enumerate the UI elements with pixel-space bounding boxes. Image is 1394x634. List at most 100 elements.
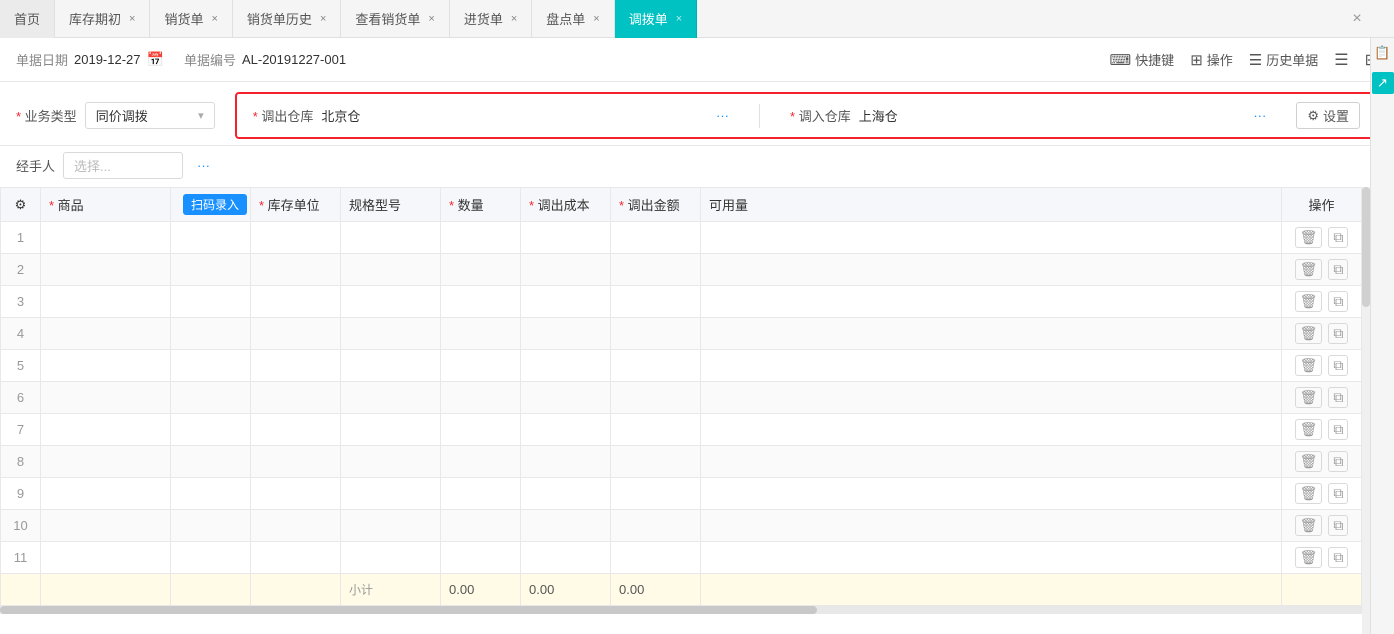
- out-warehouse-more[interactable]: ···: [716, 108, 729, 123]
- in-warehouse-more[interactable]: ···: [1253, 108, 1266, 123]
- col-gear-header[interactable]: ⚙: [1, 188, 41, 222]
- main-content: 单据日期 2019-12-27 📅 单据编号 AL-20191227-001 ⌨…: [0, 38, 1394, 634]
- operator-more[interactable]: ···: [197, 158, 210, 173]
- col-amount-header: 调出金额: [611, 188, 701, 222]
- row-action-5: 🗑 ⧉: [1282, 350, 1362, 382]
- row-product-1[interactable]: [41, 222, 171, 254]
- sidebar-doc-icon[interactable]: 📋: [1372, 42, 1394, 64]
- operation-btn[interactable]: ⊞ 操作: [1190, 50, 1233, 69]
- warehouse-setting-btn[interactable]: ⚙ 设置: [1296, 102, 1360, 129]
- tab-inventory-init[interactable]: 库存期初 ×: [55, 0, 150, 38]
- tab-purchase[interactable]: 进货单 ×: [450, 0, 532, 38]
- docno-value: AL-20191227-001: [242, 52, 346, 67]
- operator-field: 经手人 选择... ···: [16, 152, 210, 179]
- biz-type-label: 业务类型: [16, 106, 77, 125]
- delete-icon-6[interactable]: 🗑: [1295, 387, 1323, 408]
- delete-icon-4[interactable]: 🗑: [1295, 323, 1323, 344]
- gear-icon: ⚙: [1307, 108, 1319, 124]
- delete-icon-11[interactable]: 🗑: [1295, 547, 1323, 568]
- row-num-1: 1: [1, 222, 41, 254]
- copy-icon-9[interactable]: ⧉: [1328, 483, 1348, 504]
- date-value: 2019-12-27: [74, 52, 141, 67]
- copy-icon-3[interactable]: ⧉: [1328, 291, 1348, 312]
- horizontal-scrollbar[interactable]: [0, 606, 1362, 614]
- copy-icon-4[interactable]: ⧉: [1328, 323, 1348, 344]
- row-avail-2: [701, 254, 1282, 286]
- row-num-9: 9: [1, 478, 41, 510]
- tab-close-stocktake[interactable]: ×: [593, 13, 599, 25]
- copy-icon-10[interactable]: ⧉: [1328, 515, 1348, 536]
- vertical-scrollbar[interactable]: [1362, 187, 1370, 634]
- row-num-2: 2: [1, 254, 41, 286]
- tab-home[interactable]: 首页: [0, 0, 55, 38]
- row-action-9: 🗑 ⧉: [1282, 478, 1362, 510]
- layout1-btn[interactable]: ☰: [1334, 50, 1348, 70]
- calendar-icon[interactable]: 📅: [147, 51, 164, 68]
- copy-icon-6[interactable]: ⧉: [1328, 387, 1348, 408]
- tab-sales-order[interactable]: 销货单 ×: [150, 0, 232, 38]
- sidebar-export-icon[interactable]: ↗: [1372, 72, 1394, 94]
- delete-icon-2[interactable]: 🗑: [1295, 259, 1323, 280]
- delete-icon-5[interactable]: 🗑: [1295, 355, 1323, 376]
- row-action-2: 🗑 ⧉: [1282, 254, 1362, 286]
- docno-field: 单据编号 AL-20191227-001: [184, 50, 346, 69]
- biz-type-select[interactable]: 同价调拨 ▾: [85, 102, 215, 129]
- table-row: 7 🗑 ⧉: [1, 414, 1362, 446]
- row-product-2[interactable]: [41, 254, 171, 286]
- subtotal-quantity: 0.00: [441, 574, 521, 606]
- copy-icon-8[interactable]: ⧉: [1328, 451, 1348, 472]
- row-spec-1[interactable]: [341, 222, 441, 254]
- copy-icon-1[interactable]: ⧉: [1328, 227, 1348, 248]
- delete-icon-3[interactable]: 🗑: [1295, 291, 1323, 312]
- delete-icon-1[interactable]: 🗑: [1295, 227, 1323, 248]
- subtotal-row: 小计 0.00 0.00 0.00: [1, 574, 1362, 606]
- tab-close-sales-order[interactable]: ×: [211, 13, 217, 25]
- tab-close-purchase[interactable]: ×: [511, 13, 517, 25]
- tab-sales-history[interactable]: 销货单历史 ×: [233, 0, 341, 38]
- row-cost-1[interactable]: [521, 222, 611, 254]
- operator-select[interactable]: 选择...: [63, 152, 183, 179]
- delete-icon-7[interactable]: 🗑: [1295, 419, 1323, 440]
- row-action-7: 🗑 ⧉: [1282, 414, 1362, 446]
- row-qty-1[interactable]: [441, 222, 521, 254]
- row-spec-2[interactable]: [341, 254, 441, 286]
- tab-transfer[interactable]: 调拨单 ×: [615, 0, 697, 38]
- delete-icon-9[interactable]: 🗑: [1295, 483, 1323, 504]
- scan-btn[interactable]: 扫码录入: [183, 194, 247, 215]
- row-unit-2[interactable]: [251, 254, 341, 286]
- scroll-thumb: [1362, 187, 1370, 307]
- in-warehouse-value: 上海仓: [859, 106, 898, 125]
- tab-stocktake[interactable]: 盘点单 ×: [532, 0, 614, 38]
- subtotal-cost: 0.00: [521, 574, 611, 606]
- delete-icon-8[interactable]: 🗑: [1295, 451, 1323, 472]
- copy-icon-11[interactable]: ⧉: [1328, 547, 1348, 568]
- tab-close-view-sales[interactable]: ×: [428, 13, 434, 25]
- row-unit-1[interactable]: [251, 222, 341, 254]
- table-row: 6 🗑 ⧉: [1, 382, 1362, 414]
- row-cost-2[interactable]: [521, 254, 611, 286]
- delete-icon-10[interactable]: 🗑: [1295, 515, 1323, 536]
- copy-icon-5[interactable]: ⧉: [1328, 355, 1348, 376]
- history-btn[interactable]: ☰ 历史单据: [1249, 50, 1318, 69]
- window-close-button[interactable]: ×: [1346, 8, 1368, 30]
- row-qty-2[interactable]: [441, 254, 521, 286]
- tab-close-transfer[interactable]: ×: [676, 13, 682, 25]
- tab-view-sales[interactable]: 查看销货单 ×: [341, 0, 449, 38]
- date-label: 单据日期: [16, 50, 68, 69]
- copy-icon-2[interactable]: ⧉: [1328, 259, 1348, 280]
- layout1-icon: ☰: [1334, 50, 1348, 70]
- table-row: 11 🗑 ⧉: [1, 542, 1362, 574]
- tab-close-sales-history[interactable]: ×: [320, 13, 326, 25]
- table-row: 2 🗑 ⧉: [1, 254, 1362, 286]
- table-row: 3 🗑 ⧉: [1, 286, 1362, 318]
- row-amount-1[interactable]: [611, 222, 701, 254]
- row-product-3[interactable]: [41, 286, 171, 318]
- row-action-6: 🗑 ⧉: [1282, 382, 1362, 414]
- warehouse-divider: [759, 104, 760, 128]
- shortcut-btn[interactable]: ⌨ 快捷键: [1110, 50, 1175, 69]
- row-num-8: 8: [1, 446, 41, 478]
- copy-icon-7[interactable]: ⧉: [1328, 419, 1348, 440]
- tab-close-inventory-init[interactable]: ×: [129, 13, 135, 25]
- row-amount-2[interactable]: [611, 254, 701, 286]
- table-row: 4 🗑 ⧉: [1, 318, 1362, 350]
